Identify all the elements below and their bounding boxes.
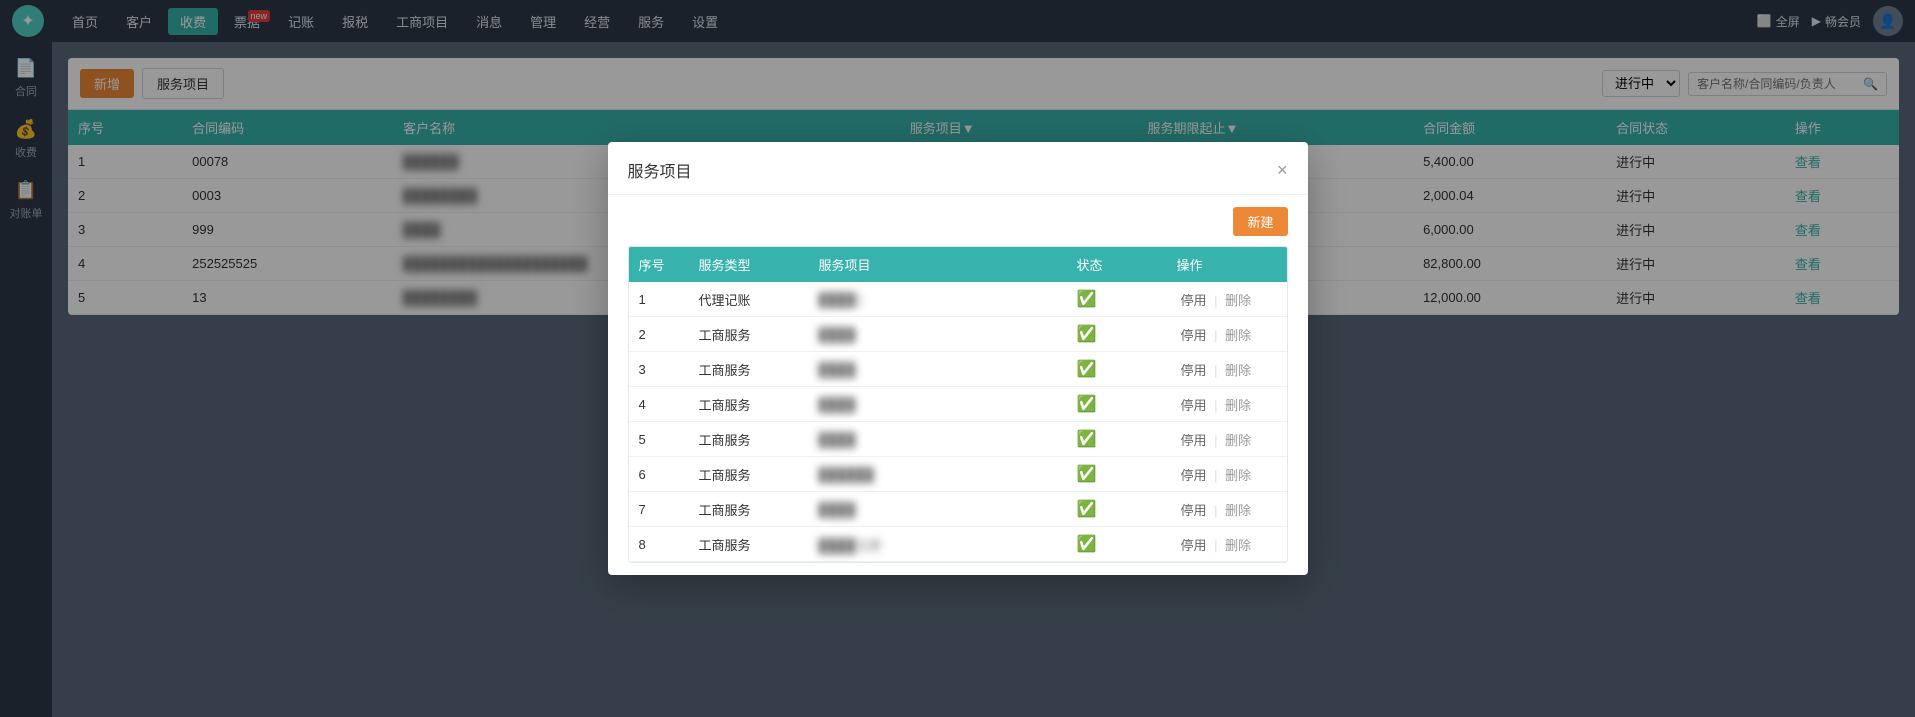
stop-button[interactable]: 停用 <box>1177 431 1211 450</box>
modal-cell-type: 工商服务 <box>689 527 809 562</box>
modal-cell-item: ████ <box>809 492 1067 527</box>
modal-cell-status: ✅ <box>1067 492 1167 527</box>
modal-title: 服务项目 <box>628 158 692 182</box>
modal-cell-item: ██████ <box>809 457 1067 492</box>
modal-cell-item: ████ <box>809 387 1067 422</box>
modal-overlay[interactable]: 服务项目 × 新建 序号 服务类型 服务项目 状态 操作 <box>0 0 1915 717</box>
modal-cell-actions: 停用 | 删除 <box>1167 422 1287 457</box>
stop-button[interactable]: 停用 <box>1177 361 1211 380</box>
modal-cell-status: ✅ <box>1067 387 1167 422</box>
status-check-icon: ✅ <box>1077 536 1097 553</box>
modal-cell-actions: 停用 | 删除 <box>1167 492 1287 527</box>
stop-button[interactable]: 停用 <box>1177 326 1211 345</box>
modal-cell-seq: 3 <box>629 352 689 387</box>
status-check-icon: ✅ <box>1077 466 1097 483</box>
modal-cell-type: 工商服务 <box>689 457 809 492</box>
modal-cell-actions: 停用 | 删除 <box>1167 317 1287 352</box>
modal-cell-type: 工商服务 <box>689 492 809 527</box>
modal-table-row: 6 工商服务 ██████ ✅ 停用 | 删除 <box>629 457 1287 492</box>
modal-cell-seq: 4 <box>629 387 689 422</box>
stop-button[interactable]: 停用 <box>1177 291 1211 310</box>
status-check-icon: ✅ <box>1077 326 1097 343</box>
modal-cell-item: ████ <box>809 352 1067 387</box>
modal-cell-type: 工商服务 <box>689 352 809 387</box>
modal-col-seq: 序号 <box>629 247 689 282</box>
modal-table-row: 3 工商服务 ████ ✅ 停用 | 删除 <box>629 352 1287 387</box>
modal-cell-seq: 5 <box>629 422 689 457</box>
delete-button[interactable]: 删除 <box>1221 501 1255 520</box>
modal-col-type: 服务类型 <box>689 247 809 282</box>
service-items-modal: 服务项目 × 新建 序号 服务类型 服务项目 状态 操作 <box>608 142 1308 575</box>
modal-cell-seq: 6 <box>629 457 689 492</box>
modal-cell-seq: 7 <box>629 492 689 527</box>
modal-cell-status: ✅ <box>1067 352 1167 387</box>
stop-button[interactable]: 停用 <box>1177 396 1211 415</box>
stop-button[interactable]: 停用 <box>1177 466 1211 485</box>
status-check-icon: ✅ <box>1077 501 1097 518</box>
modal-table-row: 1 代理记账 ████1 ✅ 停用 | 删除 <box>629 282 1287 317</box>
modal-cell-item: ████1 <box>809 282 1067 317</box>
delete-button[interactable]: 删除 <box>1221 361 1255 380</box>
modal-cell-type: 工商服务 <box>689 317 809 352</box>
modal-cell-actions: 停用 | 删除 <box>1167 527 1287 562</box>
modal-cell-actions: 停用 | 删除 <box>1167 352 1287 387</box>
modal-cell-item: ████ <box>809 422 1067 457</box>
modal-cell-type: 工商服务 <box>689 387 809 422</box>
modal-cell-seq: 8 <box>629 527 689 562</box>
status-check-icon: ✅ <box>1077 291 1097 308</box>
delete-button[interactable]: 删除 <box>1221 466 1255 485</box>
modal-col-action: 操作 <box>1167 247 1287 282</box>
status-check-icon: ✅ <box>1077 361 1097 378</box>
modal-cell-seq: 2 <box>629 317 689 352</box>
stop-button[interactable]: 停用 <box>1177 536 1211 555</box>
modal-body: 新建 序号 服务类型 服务项目 状态 操作 1 代理记账 ████1 <box>608 195 1308 575</box>
modal-table-row: 2 工商服务 ████ ✅ 停用 | 删除 <box>629 317 1287 352</box>
modal-table-row: 8 工商服务 ████注册 ✅ 停用 | 删除 <box>629 527 1287 562</box>
delete-button[interactable]: 删除 <box>1221 326 1255 345</box>
modal-cell-status: ✅ <box>1067 317 1167 352</box>
modal-cell-status: ✅ <box>1067 457 1167 492</box>
modal-service-table: 序号 服务类型 服务项目 状态 操作 1 代理记账 ████1 ✅ 停用 | 删… <box>629 247 1287 562</box>
modal-cell-status: ✅ <box>1067 422 1167 457</box>
modal-close-button[interactable]: × <box>1277 160 1288 181</box>
modal-toolbar: 新建 <box>628 207 1288 236</box>
modal-cell-type: 代理记账 <box>689 282 809 317</box>
modal-table-row: 4 工商服务 ████ ✅ 停用 | 删除 <box>629 387 1287 422</box>
status-check-icon: ✅ <box>1077 396 1097 413</box>
modal-header: 服务项目 × <box>608 142 1308 195</box>
modal-cell-type: 工商服务 <box>689 422 809 457</box>
modal-table-wrap: 序号 服务类型 服务项目 状态 操作 1 代理记账 ████1 ✅ 停用 | 删… <box>628 246 1288 563</box>
modal-table-row: 7 工商服务 ████ ✅ 停用 | 删除 <box>629 492 1287 527</box>
stop-button[interactable]: 停用 <box>1177 501 1211 520</box>
modal-col-item: 服务项目 <box>809 247 1067 282</box>
modal-col-status: 状态 <box>1067 247 1167 282</box>
modal-table-row: 5 工商服务 ████ ✅ 停用 | 删除 <box>629 422 1287 457</box>
status-check-icon: ✅ <box>1077 431 1097 448</box>
delete-button[interactable]: 删除 <box>1221 536 1255 555</box>
modal-new-button[interactable]: 新建 <box>1233 207 1287 236</box>
modal-cell-actions: 停用 | 删除 <box>1167 457 1287 492</box>
modal-cell-status: ✅ <box>1067 527 1167 562</box>
modal-cell-seq: 1 <box>629 282 689 317</box>
modal-cell-actions: 停用 | 删除 <box>1167 387 1287 422</box>
delete-button[interactable]: 删除 <box>1221 291 1255 310</box>
modal-cell-item: ████注册 <box>809 527 1067 562</box>
delete-button[interactable]: 删除 <box>1221 396 1255 415</box>
modal-cell-status: ✅ <box>1067 282 1167 317</box>
modal-cell-actions: 停用 | 删除 <box>1167 282 1287 317</box>
modal-cell-item: ████ <box>809 317 1067 352</box>
delete-button[interactable]: 删除 <box>1221 431 1255 450</box>
